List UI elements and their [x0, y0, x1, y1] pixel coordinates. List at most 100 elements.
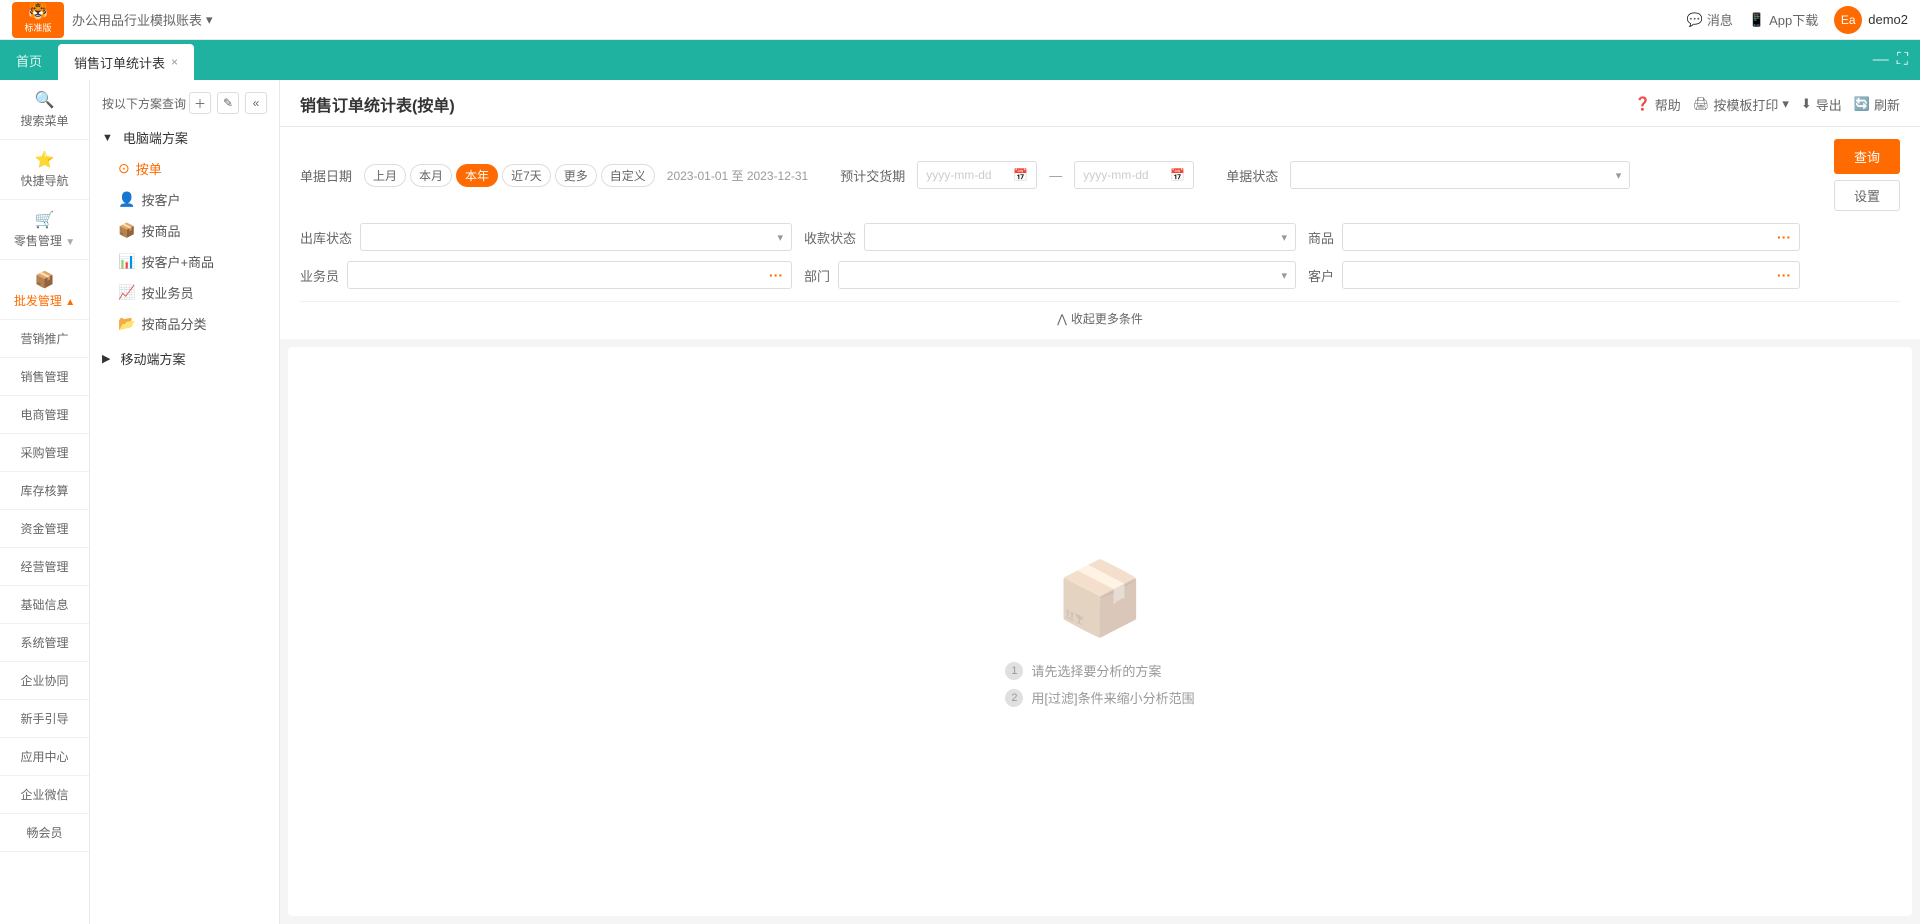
wholesale-icon: 📦 [0, 270, 89, 290]
salesman-input[interactable]: ··· [347, 261, 792, 289]
product-input[interactable]: ··· [1342, 223, 1800, 251]
page-header: 销售订单统计表(按单) ❓ 帮助 🖨 按模板打印 ▾ ⬇ [280, 80, 1920, 127]
tree-item-by-order[interactable]: ⊙ 按单 [90, 153, 279, 184]
message-button[interactable]: 💬 消息 [1687, 10, 1733, 29]
app-center-label: 应用中心 [20, 750, 68, 764]
tab-sales-order[interactable]: 销售订单统计表 × [58, 44, 194, 80]
sidebar-item-basics[interactable]: 基础信息 [0, 586, 89, 624]
tree-item-by-product[interactable]: 📦 按商品 [90, 215, 279, 246]
hint-num-1: 1 [1005, 662, 1023, 680]
left-panel-title: 按以下方案查询 [102, 95, 186, 112]
tree-item-by-salesman[interactable]: 📈 按业务员 [90, 277, 279, 308]
print-icon: 🖨 [1693, 96, 1710, 112]
page-actions: ❓ 帮助 🖨 按模板打印 ▾ ⬇ 导出 🔄 [1635, 95, 1900, 114]
filter-row-3: 业务员 ··· 部门 ▾ 客户 [300, 261, 1900, 289]
vip-label: 畅会员 [26, 826, 62, 840]
right-content: 销售订单统计表(按单) ❓ 帮助 🖨 按模板打印 ▾ ⬇ [280, 80, 1920, 924]
customer-input[interactable]: ··· [1342, 261, 1800, 289]
sidebar-item-wechat[interactable]: 企业微信 [0, 776, 89, 814]
tree-item-by-customer-product[interactable]: 📊 按客户+商品 [90, 246, 279, 277]
topbar-left: 🐯 标准版 办公用品行业模拟账表 ▾ [12, 2, 213, 38]
sidebar-item-newbie[interactable]: 新手引导 [0, 700, 89, 738]
sidebar-item-app-center[interactable]: 应用中心 [0, 738, 89, 776]
sidebar-item-finance[interactable]: 资金管理 [0, 510, 89, 548]
sidebar-item-search-menu[interactable]: 🔍 搜索菜单 [0, 80, 89, 140]
custom-button[interactable]: 自定义 [601, 164, 655, 187]
action-buttons: 查询 设置 [1834, 139, 1900, 211]
tree-section-mobile[interactable]: ▶ 移动端方案 [90, 343, 279, 374]
sidebar-item-purchase[interactable]: 采购管理 [0, 434, 89, 472]
sidebar-item-vip[interactable]: 畅会员 [0, 814, 89, 852]
7days-button[interactable]: 近7天 [502, 164, 551, 187]
hint-item-2: 2 用[过滤]条件来缩小分析范围 [1005, 688, 1194, 707]
forecast-date-label: 预计交货期 [840, 166, 905, 185]
print-button[interactable]: 🖨 按模板打印 ▾ [1693, 95, 1789, 114]
collapse-chevron-icon: ⋀ [1057, 312, 1067, 326]
help-button[interactable]: ❓ 帮助 [1635, 95, 1681, 114]
tab-sales-order-label: 销售订单统计表 [74, 53, 165, 72]
department-chevron-icon: ▾ [1281, 269, 1287, 282]
sidebar-item-enterprise[interactable]: 企业协同 [0, 662, 89, 700]
this-year-button[interactable]: 本年 [456, 164, 498, 187]
sidebar-item-retail[interactable]: 🛒 零售管理 ▼ [0, 200, 89, 260]
user-profile[interactable]: Ea demo2 [1834, 6, 1908, 34]
empty-hints: 1 请先选择要分析的方案 2 用[过滤]条件来缩小分析范围 [1005, 661, 1194, 707]
sidebar-item-operations[interactable]: 经营管理 [0, 548, 89, 586]
sidebar-item-system[interactable]: 系统管理 [0, 624, 89, 662]
sidebar-item-ecommerce[interactable]: 电商管理 [0, 396, 89, 434]
tab-close-icon[interactable]: × [171, 55, 178, 69]
prev-month-button[interactable]: 上月 [364, 164, 406, 187]
payment-select[interactable]: ▾ [864, 223, 1296, 251]
maximize-icon[interactable]: ⛶ [1897, 51, 1908, 69]
collapse-panel-button[interactable]: « [245, 92, 267, 114]
by-customer-icon: 👤 [118, 191, 135, 208]
sidebar-item-inventory[interactable]: 库存核算 [0, 472, 89, 510]
outbound-select[interactable]: ▾ [360, 223, 792, 251]
logo-icon: 🐯 [28, 5, 48, 21]
quick-nav-label: 快捷导航 [20, 174, 68, 188]
product-label: 商品 [1308, 228, 1334, 247]
minimize-icon[interactable]: — [1873, 51, 1889, 69]
collapse-bar[interactable]: ⋀ 收起更多条件 [300, 301, 1900, 327]
department-select[interactable]: ▾ [838, 261, 1296, 289]
tree-item-by-customer[interactable]: 👤 按客户 [90, 184, 279, 215]
help-icon: ❓ [1635, 96, 1651, 112]
sidebar-item-marketing[interactable]: 营销推广 [0, 320, 89, 358]
sidebar-item-sales[interactable]: 销售管理 [0, 358, 89, 396]
forecast-end-date[interactable]: yyyy-mm-dd 📅 [1074, 161, 1194, 189]
inventory-label: 库存核算 [20, 484, 68, 498]
main-content: 🔍 搜索菜单 ⭐ 快捷导航 🛒 零售管理 ▼ 📦 批发管理 ▲ 营销推广 销售管… [0, 80, 1920, 924]
refresh-icon: 🔄 [1854, 96, 1870, 112]
sidebar-item-quick-nav[interactable]: ⭐ 快捷导航 [0, 140, 89, 200]
this-month-button[interactable]: 本月 [410, 164, 452, 187]
page-title-row: 销售订单统计表(按单) ❓ 帮助 🖨 按模板打印 ▾ ⬇ [300, 92, 1900, 126]
app-download-button[interactable]: 📱 App下载 [1749, 10, 1818, 29]
tree-item-by-category[interactable]: 📂 按商品分类 [90, 308, 279, 339]
user-name: demo2 [1868, 12, 1908, 27]
forecast-start-date[interactable]: yyyy-mm-dd 📅 [917, 161, 1037, 189]
wechat-label: 企业微信 [20, 788, 68, 802]
filter-row-2: 出库状态 ▾ 收款状态 ▾ 商品 [300, 223, 1900, 251]
message-icon: 💬 [1687, 12, 1703, 28]
tab-home[interactable]: 首页 [0, 40, 58, 80]
sidebar-item-wholesale[interactable]: 📦 批发管理 ▲ [0, 260, 89, 320]
retail-icon: 🛒 [0, 210, 89, 230]
add-plan-button[interactable]: ＋ [189, 92, 211, 114]
product-group: 商品 ··· [1308, 223, 1800, 251]
status-chevron-icon: ▾ [1616, 169, 1622, 182]
export-icon: ⬇ [1801, 96, 1812, 112]
export-button[interactable]: ⬇ 导出 [1801, 95, 1842, 114]
refresh-button[interactable]: 🔄 刷新 [1854, 95, 1900, 114]
calendar-icon-2: 📅 [1170, 168, 1185, 182]
setup-button[interactable]: 设置 [1834, 180, 1900, 211]
by-salesman-label: 按业务员 [141, 283, 193, 302]
print-arrow-icon: ▾ [1782, 96, 1789, 112]
app-selector[interactable]: 办公用品行业模拟账表 ▾ [72, 10, 213, 29]
status-select[interactable]: ▾ [1290, 161, 1630, 189]
more-button[interactable]: 更多 [555, 164, 597, 187]
department-group: 部门 ▾ [804, 261, 1296, 289]
query-button[interactable]: 查询 [1834, 139, 1900, 174]
edit-plan-button[interactable]: ✎ [217, 92, 239, 114]
tree-section-pc[interactable]: ▼ 电脑端方案 [90, 122, 279, 153]
collapse-text[interactable]: ⋀ 收起更多条件 [1057, 310, 1143, 327]
